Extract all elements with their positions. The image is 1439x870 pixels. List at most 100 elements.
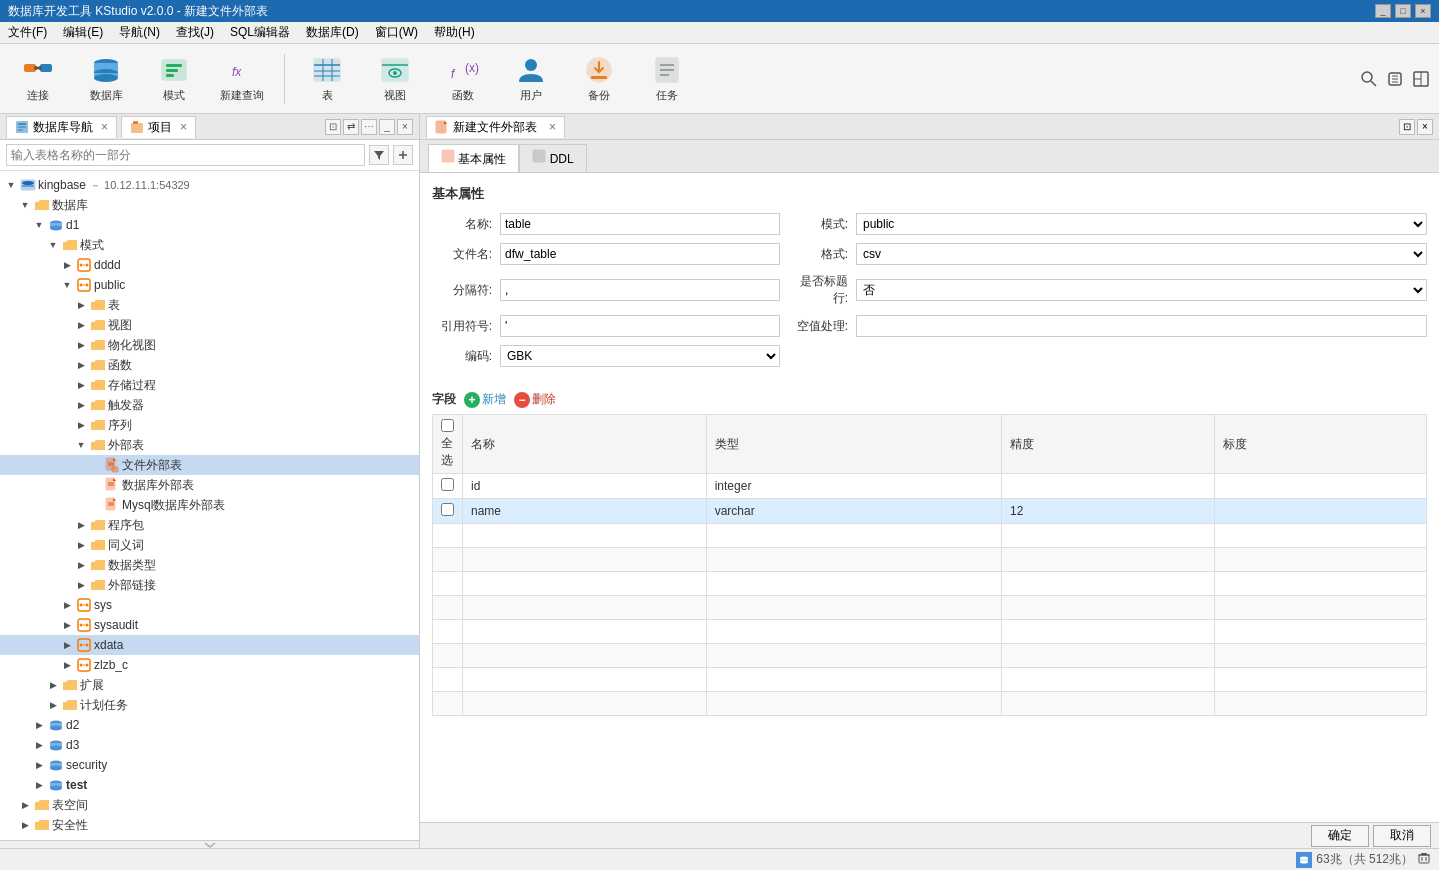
toolbar-view[interactable]: 视图 [365,50,425,108]
ddl-tab[interactable]: DDL [519,144,586,172]
toolbar-table[interactable]: 表 [297,50,357,108]
public-toggle[interactable]: ▼ [60,278,74,292]
tree-foreign-tables-folder[interactable]: ▼ 外部表 [0,435,419,455]
close-btn[interactable]: × [1415,4,1431,18]
format-select[interactable]: csv text binary [856,243,1427,265]
toolbar-layout-icon[interactable] [1411,69,1431,89]
tree-d2[interactable]: ▶ d2 [0,715,419,735]
search-input[interactable] [6,144,365,166]
tree-public[interactable]: ▼ public [0,275,419,295]
header-row-select[interactable]: 否 是 [856,279,1427,301]
right-restore-btn[interactable]: ⊡ [1399,119,1415,135]
security-folder-toggle[interactable]: ▶ [18,818,32,832]
tree-extensions-folder[interactable]: ▶ 扩展 [0,675,419,695]
xdata-toggle[interactable]: ▶ [60,638,74,652]
synonyms-toggle[interactable]: ▶ [74,538,88,552]
tree-security-folder[interactable]: ▶ 安全性 [0,815,419,835]
toolbar-backup[interactable]: 备份 [569,50,629,108]
basic-props-tab[interactable]: 基本属性 [428,144,519,172]
tree-matviews-folder[interactable]: ▶ 物化视图 [0,335,419,355]
null-handle-input[interactable] [856,315,1427,337]
matviews-toggle[interactable]: ▶ [74,338,88,352]
status-trash-icon[interactable] [1417,851,1431,868]
procs-toggle[interactable]: ▶ [74,378,88,392]
tree-zlzb-c[interactable]: ▶ zlzb_c [0,655,419,675]
editor-main-tab[interactable]: 新建文件外部表 × [426,116,565,138]
row1-checkbox[interactable] [441,478,454,491]
name-input[interactable] [500,213,780,235]
ext-links-toggle[interactable]: ▶ [74,578,88,592]
toolbar-mode[interactable]: 模式 [144,50,204,108]
row2-checkbox[interactable] [441,503,454,516]
add-field-btn[interactable]: + 新增 [464,391,506,408]
d1-toggle[interactable]: ▼ [32,218,46,232]
d2-toggle[interactable]: ▶ [32,718,46,732]
tree-views-folder[interactable]: ▶ 视图 [0,315,419,335]
right-close-btn[interactable]: × [1417,119,1433,135]
tree-procs-folder[interactable]: ▶ 存储过程 [0,375,419,395]
toolbar-new-query[interactable]: fx 新建查询 [212,50,272,108]
tree-types-folder[interactable]: ▶ 数据类型 [0,555,419,575]
tree-d1[interactable]: ▼ d1 [0,215,419,235]
row1-checkbox-cell[interactable] [433,474,463,499]
sysaudit-toggle[interactable]: ▶ [60,618,74,632]
filter-extra-btn[interactable] [393,145,413,165]
toolbar-function[interactable]: f (x) 函数 [433,50,493,108]
encoding-select[interactable]: GBK UTF-8 GB2312 [500,345,780,367]
pkgs-toggle[interactable]: ▶ [74,518,88,532]
filter-btn[interactable] [369,145,389,165]
tree-seqs-folder[interactable]: ▶ 序列 [0,415,419,435]
tree-d3[interactable]: ▶ d3 [0,735,419,755]
menu-nav[interactable]: 导航(N) [111,22,168,43]
toolbar-user[interactable]: 用户 [501,50,561,108]
tree-funcs-folder[interactable]: ▶ 函数 [0,355,419,375]
test-toggle[interactable]: ▶ [32,778,46,792]
views-toggle[interactable]: ▶ [74,318,88,332]
maximize-btn[interactable]: □ [1395,4,1411,18]
toolbar-task[interactable]: 任务 [637,50,697,108]
cancel-btn[interactable]: 取消 [1373,825,1431,847]
tree-db-foreign-table[interactable]: ▶ 数据库外部表 [0,475,419,495]
tree-tables-folder[interactable]: ▶ 表 [0,295,419,315]
d3-toggle[interactable]: ▶ [32,738,46,752]
security-toggle[interactable]: ▶ [32,758,46,772]
tree-dddd[interactable]: ▶ dddd [0,255,419,275]
project-tab-close[interactable]: × [180,120,187,134]
nav-tab-close[interactable]: × [101,120,108,134]
tree-security[interactable]: ▶ security [0,755,419,775]
tree-sys[interactable]: ▶ sys [0,595,419,615]
tree-root[interactable]: ▼ kingbase － 10.12.11.1:54329 [0,175,419,195]
panel-restore-btn[interactable]: ⊡ [325,119,341,135]
col-select-all[interactable]: 全选 [433,415,463,474]
menu-edit[interactable]: 编辑(E) [55,22,111,43]
menu-find[interactable]: 查找(J) [168,22,222,43]
tree-xdata[interactable]: ▶ xdata [0,635,419,655]
minimize-btn[interactable]: _ [1375,4,1391,18]
panel-close-btn[interactable]: × [397,119,413,135]
row2-checkbox-cell[interactable] [433,499,463,524]
tree-ext-links-folder[interactable]: ▶ 外部链接 [0,575,419,595]
zlzb-toggle[interactable]: ▶ [60,658,74,672]
toolbar-database[interactable]: 数据库 [76,50,136,108]
tree-file-foreign-table[interactable]: ▶ 文件外部表 [0,455,419,475]
menu-file[interactable]: 文件(F) [0,22,55,43]
mode-select[interactable]: public dddd sys [856,213,1427,235]
panel-dots-btn[interactable]: ⋯ [361,119,377,135]
toolbar-search-icon[interactable] [1359,69,1379,89]
ext-toggle[interactable]: ▶ [46,678,60,692]
root-toggle[interactable]: ▼ [4,178,18,192]
tables-toggle[interactable]: ▶ [74,298,88,312]
tree-tablespaces-folder[interactable]: ▶ 表空间 [0,795,419,815]
triggers-toggle[interactable]: ▶ [74,398,88,412]
confirm-btn[interactable]: 确定 [1311,825,1369,847]
menu-help[interactable]: 帮助(H) [426,22,483,43]
dddd-toggle[interactable]: ▶ [60,258,74,272]
toolbar-connect[interactable]: 连接 [8,50,68,108]
filename-input[interactable] [500,243,780,265]
seqs-toggle[interactable]: ▶ [74,418,88,432]
databases-toggle[interactable]: ▼ [18,198,32,212]
funcs-toggle[interactable]: ▶ [74,358,88,372]
tree-mode-folder[interactable]: ▼ 模式 [0,235,419,255]
delimiter-input[interactable] [500,279,780,301]
panel-swap-btn[interactable]: ⇄ [343,119,359,135]
